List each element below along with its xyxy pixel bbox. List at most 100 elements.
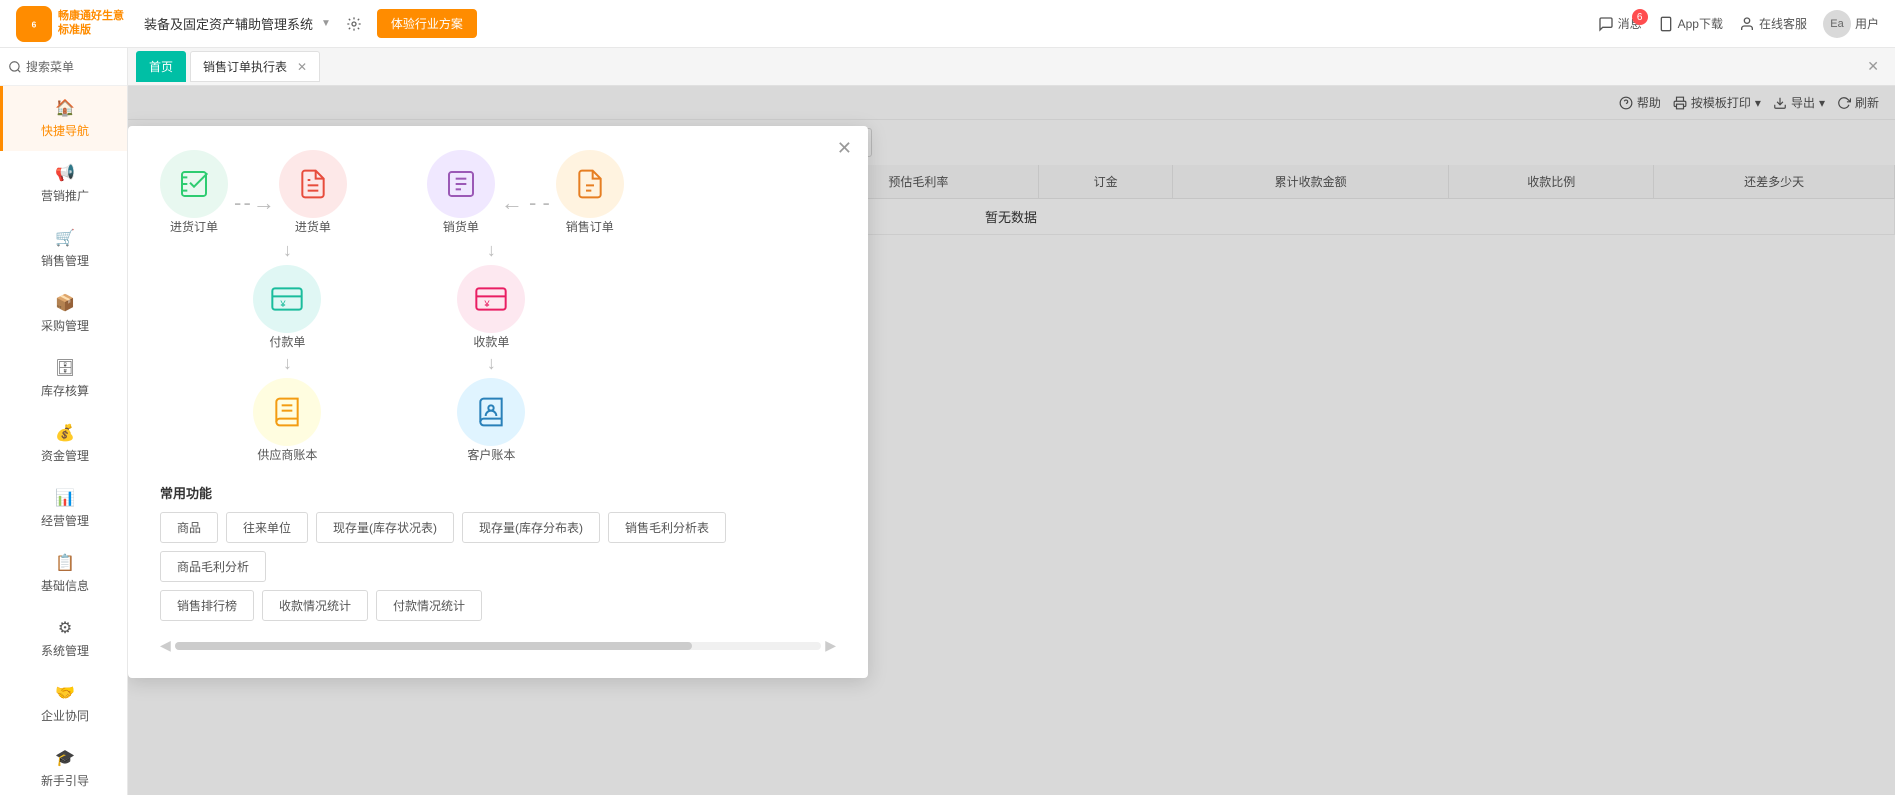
- system-title-dropdown[interactable]: 装备及固定资产辅助管理系统 ▼: [144, 14, 331, 33]
- popup-overlay: ✕: [128, 86, 1895, 795]
- flow-node-supplier-account: 供应商账本: [253, 378, 321, 463]
- func-buttons: 商品 往来单位 现存量(库存状况表) 现存量(库存分布表) 销售毛利分析表 商品…: [160, 512, 836, 582]
- system-icon: ⚙: [58, 618, 72, 638]
- func-buttons-row2: 销售排行榜 收款情况统计 付款情况统计: [160, 590, 836, 621]
- sidebar-item-cooperation[interactable]: 🤝 企业协同: [0, 671, 127, 736]
- tab-area-close-button[interactable]: ✕: [1859, 58, 1887, 75]
- customer-account-label: 客户账本: [467, 446, 515, 463]
- app-container: 6 畅康通好生意 标准版 装备及固定资产辅助管理系统 ▼ 体验行业方案: [0, 0, 1895, 795]
- basic-info-icon: 📋: [55, 553, 75, 573]
- scroll-left-arrow[interactable]: ◀: [160, 637, 171, 654]
- sidebar-item-purchase[interactable]: 📦 采购管理: [0, 281, 127, 346]
- top-bar: 6 畅康通好生意 标准版 装备及固定资产辅助管理系统 ▼ 体验行业方案: [0, 0, 1895, 48]
- app-download-button[interactable]: App下载: [1658, 15, 1723, 32]
- sidebar-label-cooperation: 企业协同: [41, 707, 89, 724]
- func-btn-payment-stats[interactable]: 付款情况统计: [376, 590, 482, 621]
- sidebar-label-finance: 资金管理: [41, 447, 89, 464]
- sales-icon: 🛒: [55, 228, 75, 248]
- tab-home[interactable]: 首页: [136, 51, 186, 82]
- popup-close-button[interactable]: ✕: [837, 138, 852, 159]
- page-content: 帮助 按模板打印 ▾: [128, 86, 1895, 795]
- sidebar-label-inventory: 库存核算: [41, 382, 89, 399]
- top-nav: 装备及固定资产辅助管理系统 ▼ 体验行业方案: [144, 9, 1598, 39]
- search-menu-button[interactable]: 搜索菜单: [8, 58, 119, 75]
- func-btn-stock-status[interactable]: 现存量(库存状况表): [316, 512, 454, 543]
- cooperation-icon: 🤝: [55, 683, 75, 703]
- home-icon: 🏠: [55, 98, 75, 118]
- tab-close-icon[interactable]: ✕: [297, 60, 307, 74]
- arrow-purchase-to-receipt: - - →: [228, 190, 279, 216]
- sidebar-item-newbie[interactable]: 🎓 新手引导: [0, 736, 127, 795]
- message-button[interactable]: 消息 6: [1598, 15, 1642, 32]
- top-right: 消息 6 App下载 在线客服 Ea: [1598, 10, 1879, 38]
- arrow-down-supplier: ↓: [283, 354, 292, 372]
- arrow-down-collection: ↓: [487, 241, 496, 259]
- func-btn-sales-margin[interactable]: 销售毛利分析表: [608, 512, 726, 543]
- sidebar-item-inventory[interactable]: 🗄 库存核算: [0, 346, 127, 411]
- flow-node-payment: ¥ 付款单: [253, 265, 321, 350]
- purchase-receipt-icon: [279, 150, 347, 218]
- func-btn-collection-stats[interactable]: 收款情况统计: [262, 590, 368, 621]
- scrollbar-track: [175, 642, 821, 650]
- popup-panel: ✕: [128, 126, 868, 678]
- settings-icon-btn[interactable]: [339, 9, 369, 39]
- customer-account-icon: [457, 378, 525, 446]
- sale-order-icon: [556, 150, 624, 218]
- sidebar-item-system[interactable]: ⚙ 系统管理: [0, 606, 127, 671]
- tab-home-label: 首页: [149, 58, 173, 75]
- tab-sales-orders[interactable]: 销售订单执行表 ✕: [190, 51, 320, 82]
- arrow-down-payment: ↓: [283, 241, 292, 259]
- sidebar-item-marketing[interactable]: 📢 营销推广: [0, 151, 127, 216]
- sale-receipt-label: 销货单: [443, 218, 479, 235]
- svg-text:¥: ¥: [280, 299, 287, 309]
- func-btn-stock-dist[interactable]: 现存量(库存分布表): [462, 512, 600, 543]
- payment-label: 付款单: [269, 333, 305, 350]
- online-service-label: 在线客服: [1759, 15, 1807, 32]
- sidebar-label-quick-nav: 快捷导航: [41, 122, 89, 139]
- content-area: 首页 销售订单执行表 ✕ ✕: [128, 48, 1895, 795]
- func-btn-product-margin[interactable]: 商品毛利分析: [160, 551, 266, 582]
- scroll-right-arrow[interactable]: ▶: [825, 637, 836, 654]
- avatar: Ea: [1823, 10, 1851, 38]
- sale-order-label: 销售订单: [566, 218, 614, 235]
- sidebar-label-operations: 经营管理: [41, 512, 89, 529]
- user-menu[interactable]: Ea 用户: [1823, 10, 1879, 38]
- sidebar: 搜索菜单 🏠 快捷导航 📢 营销推广 🛒 销售管理 📦 采购管理 🗄: [0, 48, 128, 795]
- sidebar-item-basic-info[interactable]: 📋 基础信息: [0, 541, 127, 606]
- chevron-down-icon: ▼: [321, 18, 331, 29]
- common-functions-title: 常用功能: [160, 483, 836, 502]
- svg-text:¥: ¥: [484, 299, 491, 309]
- sidebar-label-basic-info: 基础信息: [41, 577, 89, 594]
- sidebar-item-operations[interactable]: 📊 经营管理: [0, 476, 127, 541]
- sale-receipt-icon: [427, 150, 495, 218]
- svg-text:6: 6: [32, 19, 37, 29]
- sidebar-item-quick-nav[interactable]: 🏠 快捷导航: [0, 86, 127, 151]
- sidebar-label-purchase: 采购管理: [41, 317, 89, 334]
- func-btn-partners[interactable]: 往来单位: [226, 512, 308, 543]
- app-download-label: App下载: [1678, 15, 1723, 32]
- online-service-button[interactable]: 在线客服: [1739, 15, 1807, 32]
- func-btn-sales-ranking[interactable]: 销售排行榜: [160, 590, 254, 621]
- tab-bar: 首页 销售订单执行表 ✕ ✕: [128, 48, 1895, 86]
- flow-node-sale-order: 销售订单: [556, 150, 624, 235]
- purchase-icon: 📦: [55, 293, 75, 313]
- sidebar-item-finance[interactable]: 💰 资金管理: [0, 411, 127, 476]
- sidebar-label-sales: 销售管理: [41, 252, 89, 269]
- operations-icon: 📊: [55, 488, 75, 508]
- scrollbar-thumb[interactable]: [175, 642, 692, 650]
- search-menu-label: 搜索菜单: [26, 58, 74, 75]
- popup-scrollbar-row: ◀ ▶: [160, 637, 836, 654]
- purchase-receipt-label: 进货单: [295, 218, 331, 235]
- experience-button[interactable]: 体验行业方案: [377, 9, 477, 38]
- inventory-icon: 🗄: [55, 358, 75, 378]
- collection-icon: ¥: [457, 265, 525, 333]
- flow-node-purchase-order: 进货订单: [160, 150, 228, 235]
- main-area: 搜索菜单 🏠 快捷导航 📢 营销推广 🛒 销售管理 📦 采购管理 🗄: [0, 48, 1895, 795]
- collection-label: 收款单: [473, 333, 509, 350]
- sidebar-item-sales[interactable]: 🛒 销售管理: [0, 216, 127, 281]
- common-functions: 常用功能 商品 往来单位 现存量(库存状况表) 现存量(库存分布表) 销售毛利分…: [160, 483, 836, 621]
- sidebar-label-system: 系统管理: [41, 642, 89, 659]
- sidebar-search-area[interactable]: 搜索菜单: [0, 48, 127, 86]
- func-btn-product[interactable]: 商品: [160, 512, 218, 543]
- logo-text: 畅康通好生意 标准版: [58, 10, 124, 36]
